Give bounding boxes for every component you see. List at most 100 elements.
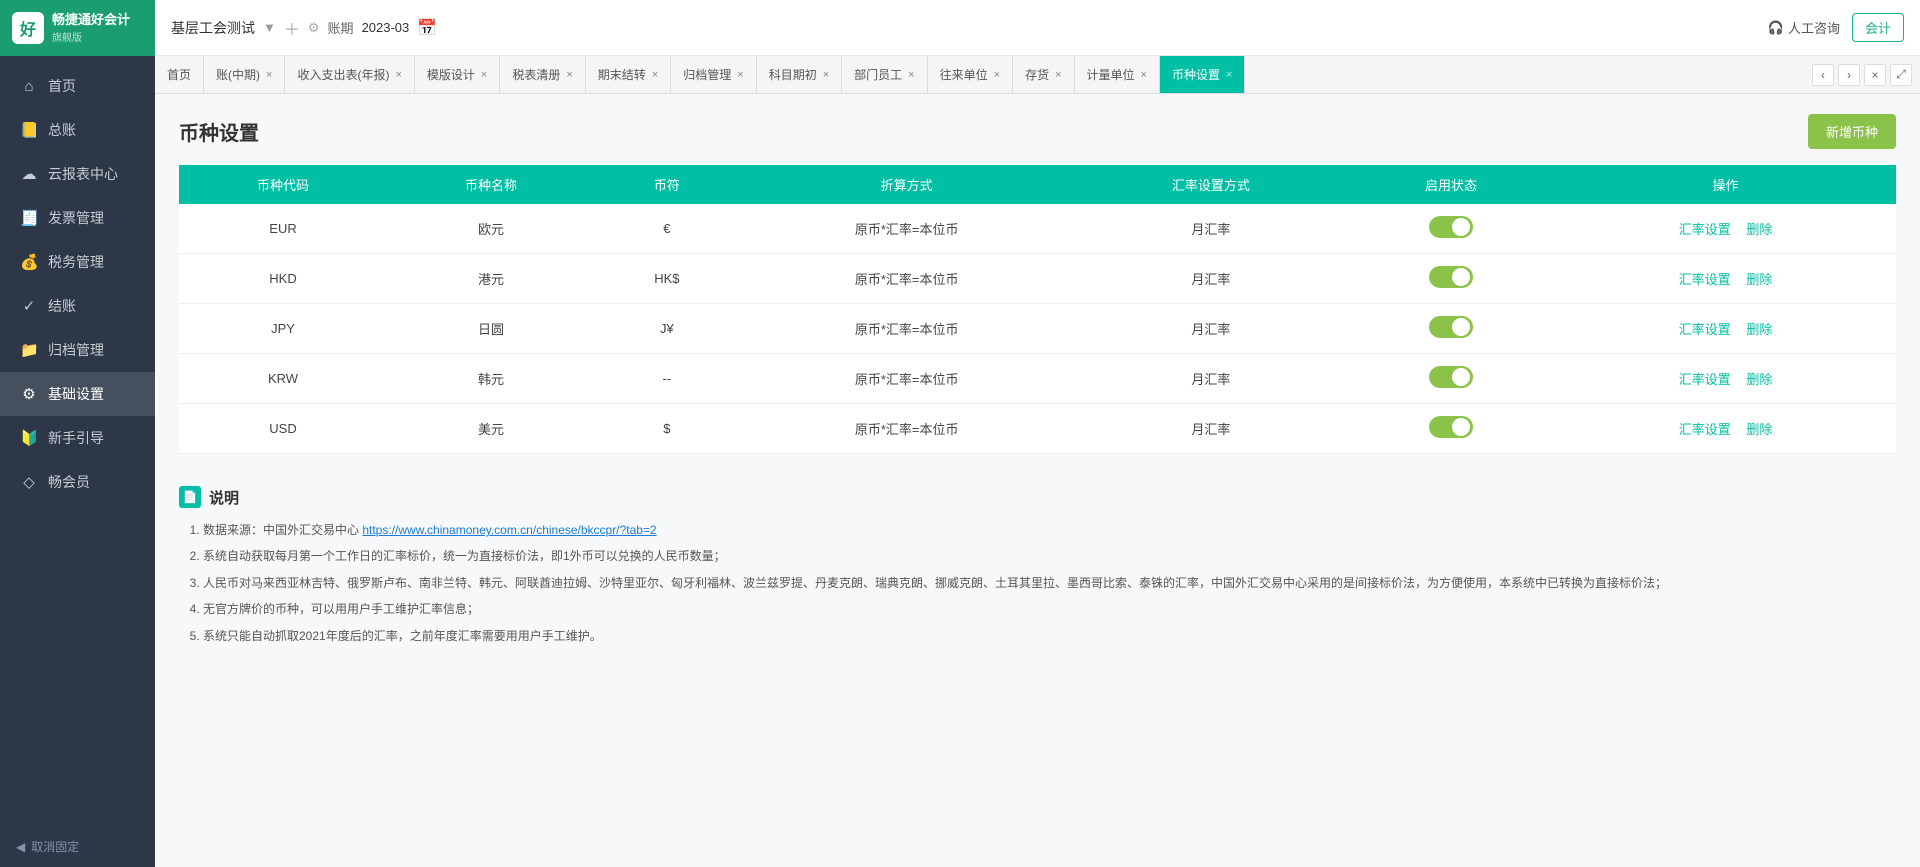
delete-link[interactable]: 删除 — [1746, 372, 1772, 387]
tab-close-inventory[interactable]: × — [1055, 69, 1061, 81]
tab-period_end[interactable]: 期末结转× — [586, 56, 671, 94]
delete-link[interactable]: 删除 — [1746, 422, 1772, 437]
tab-template[interactable]: 模版设计× — [415, 56, 500, 94]
account-label: 会计 — [1865, 21, 1891, 36]
cell-calc: 原币*汇率=本位币 — [739, 304, 1075, 354]
notice-item: 系统只能自动抓取2021年度后的汇率，之前年度汇率需要用用户手工维护。 — [203, 626, 1896, 646]
cell-toggle[interactable] — [1347, 204, 1555, 254]
col-header: 币种代码 — [179, 165, 387, 204]
tab-close-all-button[interactable]: × — [1864, 64, 1886, 86]
tab-currency[interactable]: 币种设置× — [1160, 56, 1245, 94]
cell-actions: 汇率设置 删除 — [1555, 354, 1896, 404]
dropdown-icon[interactable]: ▼ — [263, 20, 276, 35]
nav-label-tax: 税务管理 — [48, 252, 104, 272]
tab-close-template[interactable]: × — [481, 69, 487, 81]
nav-icon-member: ◇ — [20, 473, 38, 491]
new-currency-button[interactable]: 新增币种 — [1808, 114, 1896, 149]
cell-rate-type: 月汇率 — [1075, 304, 1347, 354]
tab-clients[interactable]: 往来单位× — [928, 56, 1013, 94]
cell-toggle[interactable] — [1347, 254, 1555, 304]
add-icon[interactable]: ＋ — [284, 16, 300, 40]
sidebar-item-basic[interactable]: ⚙基础设置 — [0, 372, 155, 416]
tab-close-subjects[interactable]: × — [823, 69, 829, 81]
rate-setting-link[interactable]: 汇率设置 — [1679, 272, 1731, 287]
tab-close-archive[interactable]: × — [737, 69, 743, 81]
nav-icon-guide: 🔰 — [20, 429, 38, 447]
sidebar-footer[interactable]: ◀ 取消固定 — [0, 826, 155, 867]
tab-close-clients[interactable]: × — [994, 69, 1000, 81]
sidebar-item-guide[interactable]: 🔰新手引导 — [0, 416, 155, 460]
enable-toggle[interactable] — [1429, 266, 1473, 288]
delete-link[interactable]: 删除 — [1746, 322, 1772, 337]
notice-item: 人民币对马来西亚林吉特、俄罗斯卢布、南非兰特、韩元、阿联酋迪拉姆、沙特里亚尔、匈… — [203, 573, 1896, 593]
page-title: 币种设置 — [179, 117, 259, 146]
tab-close-period_end[interactable]: × — [652, 69, 658, 81]
tab-prev-button[interactable]: ‹ — [1812, 64, 1834, 86]
col-header: 币种名称 — [387, 165, 595, 204]
currency-table: 币种代码币种名称币符折算方式汇率设置方式启用状态操作 EUR 欧元 € 原币*汇… — [179, 165, 1896, 454]
cell-toggle[interactable] — [1347, 404, 1555, 454]
tab-period[interactable]: 账(中期) × — [204, 56, 285, 94]
cell-toggle[interactable] — [1347, 304, 1555, 354]
tab-inventory[interactable]: 存货 × — [1013, 56, 1074, 94]
nav-label-reports: 云报表中心 — [48, 164, 118, 184]
tab-close-tax[interactable]: × — [566, 69, 572, 81]
enable-toggle[interactable] — [1429, 316, 1473, 338]
tab-close-income[interactable]: × — [395, 69, 401, 81]
tab-archive[interactable]: 归档管理× — [671, 56, 756, 94]
tab-label-home: 首页 — [167, 66, 191, 83]
cell-rate-type: 月汇率 — [1075, 204, 1347, 254]
sidebar-logo: 好 畅捷通好会计 旗舰版 — [0, 0, 155, 56]
rate-setting-link[interactable]: 汇率设置 — [1679, 222, 1731, 237]
company-name: 基层工会测试 — [171, 18, 255, 38]
nav-label-home: 首页 — [48, 76, 76, 96]
delete-link[interactable]: 删除 — [1746, 272, 1772, 287]
tab-income[interactable]: 收入支出表(年报)× — [285, 56, 414, 94]
cell-name: 港元 — [387, 254, 595, 304]
tab-dept[interactable]: 部门员工× — [842, 56, 927, 94]
table-row: KRW 韩元 -- 原币*汇率=本位币 月汇率 汇率设置 删除 — [179, 354, 1896, 404]
rate-setting-link[interactable]: 汇率设置 — [1679, 422, 1731, 437]
notice-link[interactable]: https://www.chinamoney.com.cn/chinese/bk… — [362, 523, 656, 537]
tab-expand-button[interactable]: ⤢ — [1890, 64, 1912, 86]
tab-unit[interactable]: 计量单位× — [1075, 56, 1160, 94]
sidebar-item-member[interactable]: ◇畅会员 — [0, 460, 155, 504]
sidebar-item-invoice[interactable]: 🧾发票管理 — [0, 196, 155, 240]
enable-toggle[interactable] — [1429, 216, 1473, 238]
enable-toggle[interactable] — [1429, 416, 1473, 438]
table-row: EUR 欧元 € 原币*汇率=本位币 月汇率 汇率设置 删除 — [179, 204, 1896, 254]
tab-label-period: 账(中期) — [216, 66, 260, 83]
sidebar-item-ledger[interactable]: 📒总账 — [0, 108, 155, 152]
calendar-icon[interactable]: 📅 — [417, 18, 437, 38]
tab-home[interactable]: 首页 — [155, 56, 204, 94]
settings-icon[interactable]: ⚙ — [308, 20, 320, 36]
sidebar-item-tax[interactable]: 💰税务管理 — [0, 240, 155, 284]
rate-setting-link[interactable]: 汇率设置 — [1679, 372, 1731, 387]
tab-close-period[interactable]: × — [266, 69, 272, 81]
content-area: 币种设置 新增币种 币种代码币种名称币符折算方式汇率设置方式启用状态操作 EUR… — [155, 94, 1920, 867]
cell-code: JPY — [179, 304, 387, 354]
sidebar-item-archive[interactable]: 📁归档管理 — [0, 328, 155, 372]
enable-toggle[interactable] — [1429, 366, 1473, 388]
sidebar-item-settle[interactable]: ✓结账 — [0, 284, 155, 328]
cell-toggle[interactable] — [1347, 354, 1555, 404]
rate-setting-link[interactable]: 汇率设置 — [1679, 322, 1731, 337]
footer-label: 取消固定 — [31, 838, 79, 855]
cell-actions: 汇率设置 删除 — [1555, 404, 1896, 454]
consult-button[interactable]: 🎧 人工咨询 — [1768, 18, 1840, 37]
tab-tax[interactable]: 税表清册× — [500, 56, 585, 94]
cell-symbol: J¥ — [595, 304, 739, 354]
col-header: 启用状态 — [1347, 165, 1555, 204]
tab-close-unit[interactable]: × — [1141, 69, 1147, 81]
tab-label-inventory: 存货 — [1025, 66, 1049, 83]
tab-subjects[interactable]: 科目期初× — [757, 56, 842, 94]
tab-next-button[interactable]: › — [1838, 64, 1860, 86]
cell-code: HKD — [179, 254, 387, 304]
nav-label-basic: 基础设置 — [48, 384, 104, 404]
delete-link[interactable]: 删除 — [1746, 222, 1772, 237]
tab-close-dept[interactable]: × — [908, 69, 914, 81]
sidebar-item-home[interactable]: ⌂首页 — [0, 64, 155, 108]
tab-close-currency[interactable]: × — [1226, 69, 1232, 81]
sidebar-item-reports[interactable]: ☁云报表中心 — [0, 152, 155, 196]
account-button[interactable]: 会计 — [1852, 13, 1904, 42]
